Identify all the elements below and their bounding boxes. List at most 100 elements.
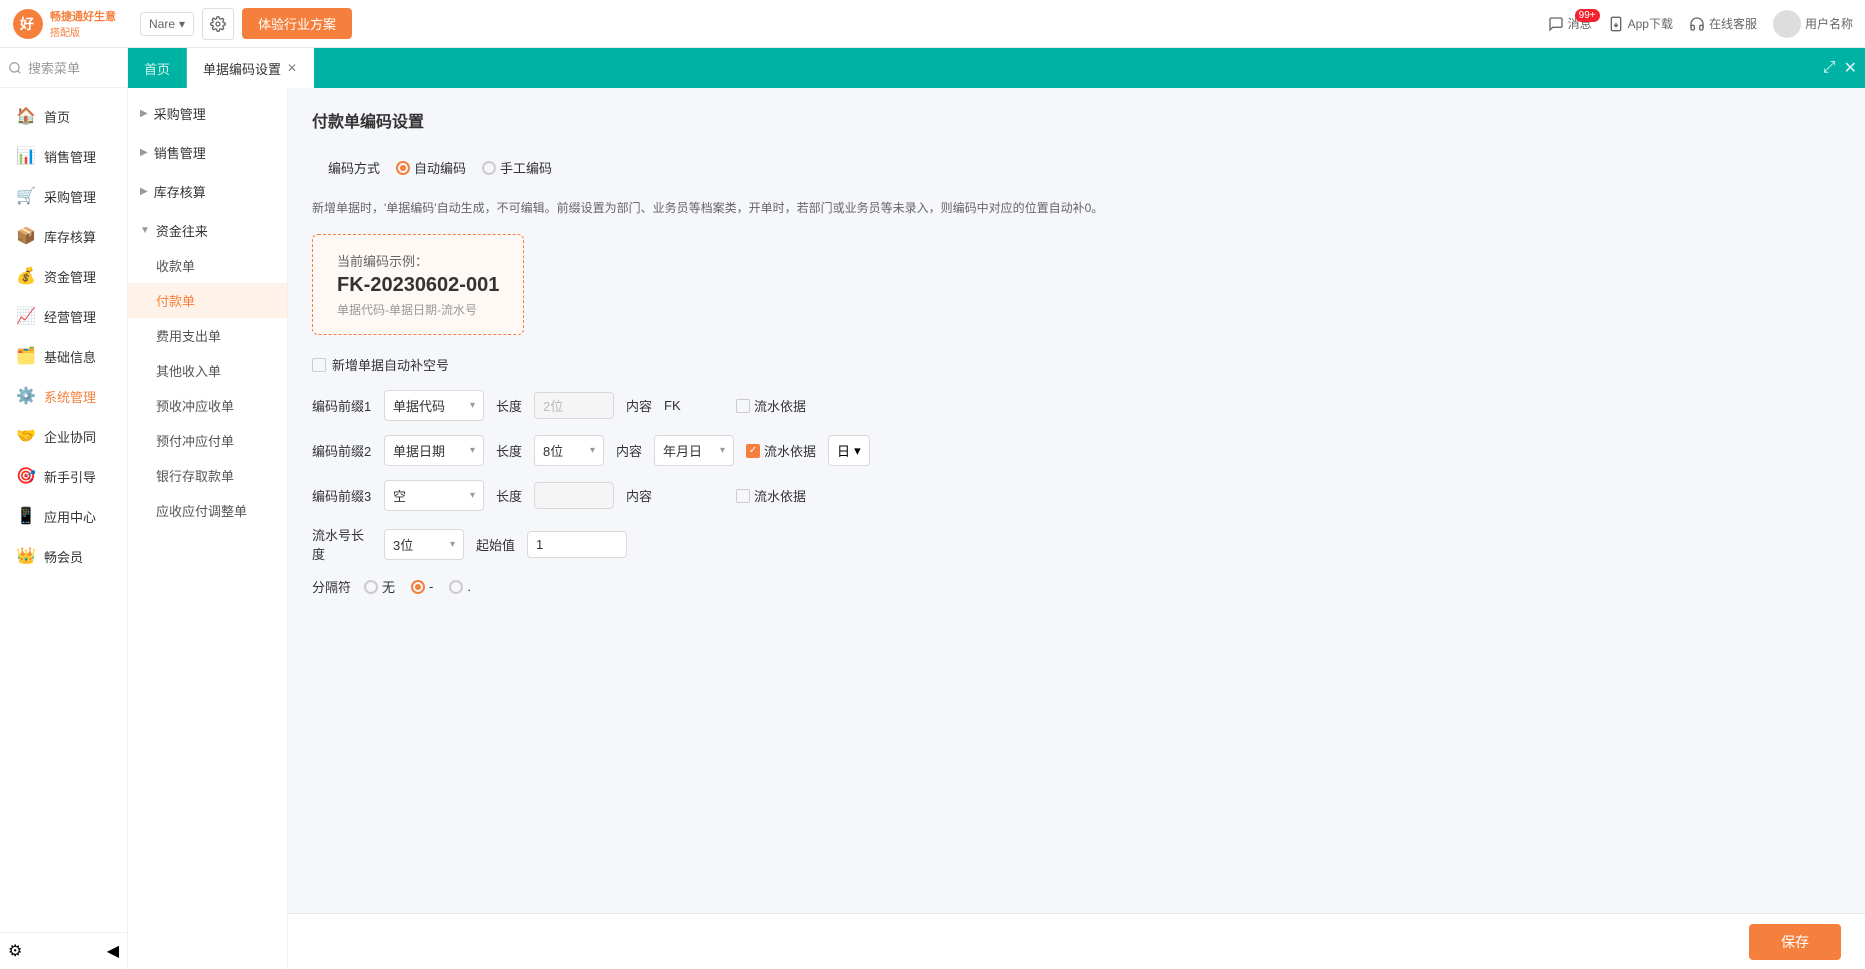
sidebar-item-newguide[interactable]: 🎯 新手引导	[0, 456, 127, 496]
prefix2-len-select[interactable]: 8位 ▾	[534, 435, 604, 466]
sidebar-item-cooperation[interactable]: 🤝 企业协同	[0, 416, 127, 456]
start-value-label: 起始值	[476, 535, 515, 554]
sub-sidebar-payment[interactable]: 付款单	[128, 283, 287, 318]
tab-close-all-btn[interactable]: ✕	[1844, 58, 1857, 78]
prefix3-value: 空	[393, 486, 406, 505]
serial-len-select[interactable]: 3位 ▾	[384, 529, 464, 560]
prefix3-select[interactable]: 空 ▾	[384, 480, 484, 511]
sub-sidebar-capital-title[interactable]: ▼ 资金往来	[128, 213, 287, 248]
sidebar-search[interactable]: 搜索菜单	[0, 48, 127, 88]
vip-icon: 👑	[16, 546, 36, 566]
example-code: FK-20230602-001	[337, 274, 499, 297]
sidebar-item-basicinfo[interactable]: 🗂️ 基础信息	[0, 336, 127, 376]
sidebar-item-label: 库存核算	[44, 227, 96, 246]
user-profile[interactable]: 用户名称	[1773, 10, 1853, 38]
auto-encode-label: 自动编码	[414, 158, 466, 177]
inner-layout: ▶ 采购管理 ▶ 销售管理 ▶ 库存核算	[128, 88, 1865, 969]
manual-encode-radio[interactable]	[482, 161, 496, 175]
prefix3-serial-checkbox[interactable]	[736, 489, 750, 503]
company-dropdown[interactable]: Nare ▾	[140, 12, 194, 36]
main-form: 付款单编码设置 编码方式 自动编码 手工编码	[288, 88, 1865, 913]
search-menu-label: 搜索菜单	[28, 58, 80, 77]
message-icon	[1548, 16, 1564, 32]
prefix2-content-value: 年月日	[663, 441, 702, 460]
prefix3-len-input[interactable]	[534, 482, 614, 509]
sidebar-item-sales[interactable]: 📊 销售管理	[0, 136, 127, 176]
search-icon	[8, 61, 22, 75]
apps-icon: 📱	[16, 506, 36, 526]
separator-radio-group: 无 - .	[364, 577, 471, 596]
sub-sidebar-prepay-pay[interactable]: 预付冲应付单	[128, 423, 287, 458]
sidebar-item-operations[interactable]: 📈 经营管理	[0, 296, 127, 336]
sidebar-item-home[interactable]: 🏠 首页	[0, 96, 127, 136]
settings-gear-btn[interactable]	[202, 8, 234, 40]
logo-area: 好 畅捷通好生意 搭配版	[12, 8, 132, 40]
auto-encode-radio[interactable]	[396, 161, 410, 175]
prefix2-len-value: 8位	[543, 441, 563, 460]
prefix1-select[interactable]: 单据代码 ▾	[384, 390, 484, 421]
prefix2-content-select[interactable]: 年月日 ▾	[654, 435, 734, 466]
sub-sidebar-group-sales: ▶ 销售管理	[128, 135, 287, 170]
prefix2-select[interactable]: 单据日期 ▾	[384, 435, 484, 466]
separator-none[interactable]: 无	[364, 577, 395, 596]
prefix1-serial-checkbox[interactable]	[736, 399, 750, 413]
auto-fill-checkbox[interactable]	[312, 358, 326, 372]
radio-auto-encode[interactable]: 自动编码	[396, 158, 466, 177]
collapse-sidebar-btn[interactable]: ◀	[107, 941, 119, 961]
sub-sidebar-inventory-title[interactable]: ▶ 库存核算	[128, 174, 287, 209]
tab-home[interactable]: 首页	[128, 48, 187, 88]
prefix2-day-select[interactable]: 日 ▾	[828, 435, 870, 466]
config-row-prefix2: 编码前缀2 单据日期 ▾ 长度 8位 ▾ 内容 年月日	[312, 435, 1841, 466]
prefix1-len-input[interactable]	[534, 392, 614, 419]
sep-dot-radio[interactable]	[449, 580, 463, 594]
app-download-btn[interactable]: App下载	[1608, 15, 1673, 32]
sidebar-item-finance[interactable]: 💰 资金管理	[0, 256, 127, 296]
separator-dash[interactable]: -	[411, 579, 433, 594]
user-name: 用户名称	[1805, 15, 1853, 32]
chevron-right-icon: ▶	[140, 108, 148, 119]
sub-sidebar-bank-deposit[interactable]: 银行存取款单	[128, 458, 287, 493]
auto-fill-label: 新增单据自动补空号	[332, 355, 449, 374]
sidebar-item-label: 经营管理	[44, 307, 96, 326]
tab-maximize-btn[interactable]: ⤢	[1823, 59, 1836, 77]
sidebar-item-vip[interactable]: 👑 畅会员	[0, 536, 127, 576]
save-button[interactable]: 保存	[1749, 924, 1841, 960]
radio-group-encode: 自动编码 手工编码	[396, 158, 552, 177]
trial-btn[interactable]: 体验行业方案	[242, 8, 352, 39]
sidebar-item-apps[interactable]: 📱 应用中心	[0, 496, 127, 536]
sub-sidebar-adjust[interactable]: 应收应付调整单	[128, 493, 287, 528]
sub-sidebar-prepay-collect[interactable]: 预收冲应收单	[128, 388, 287, 423]
sidebar-item-system[interactable]: ⚙️ 系统管理	[0, 376, 127, 416]
sub-sidebar-group-inventory: ▶ 库存核算	[128, 174, 287, 209]
prefix2-content-dropdown-icon: ▾	[720, 445, 725, 456]
sub-sidebar-other-income[interactable]: 其他收入单	[128, 353, 287, 388]
prefix3-dropdown-icon: ▾	[470, 490, 475, 501]
sidebar-item-label: 畅会员	[44, 547, 83, 566]
sep-none-radio[interactable]	[364, 580, 378, 594]
example-box: 当前编码示例： FK-20230602-001 单据代码-单据日期-流水号	[312, 234, 524, 335]
sep-dash-radio[interactable]	[411, 580, 425, 594]
sidebar-item-purchase[interactable]: 🛒 采购管理	[0, 176, 127, 216]
sub-sidebar-sales-title[interactable]: ▶ 销售管理	[128, 135, 287, 170]
radio-manual-encode[interactable]: 手工编码	[482, 158, 552, 177]
start-value-input[interactable]	[527, 531, 627, 558]
tab-close-btn[interactable]: ✕	[287, 61, 297, 75]
messages-badge: 99+	[1575, 9, 1600, 22]
online-service-btn[interactable]: 在线客服	[1689, 15, 1757, 32]
prefix2-serial-checkbox[interactable]: ✓	[746, 444, 760, 458]
prefix2-value: 单据日期	[393, 441, 445, 460]
sub-sidebar-receipt[interactable]: 收款单	[128, 248, 287, 283]
separator-label: 分隔符	[312, 577, 352, 596]
settings-bottom-icon[interactable]: ⚙	[8, 941, 22, 961]
messages-btn[interactable]: 消息 99+	[1548, 15, 1592, 32]
separator-dot[interactable]: .	[449, 579, 471, 594]
tab-encoding-settings[interactable]: 单据编码设置 ✕	[187, 48, 314, 88]
sub-sidebar-purchase-title[interactable]: ▶ 采购管理	[128, 96, 287, 131]
prefix1-len-label: 长度	[496, 396, 522, 415]
purchase-icon: 🛒	[16, 186, 36, 206]
headset-icon	[1689, 16, 1705, 32]
sub-sidebar-expense[interactable]: 费用支出单	[128, 318, 287, 353]
sidebar-item-label: 基础信息	[44, 347, 96, 366]
sub-sidebar-sales-label: 销售管理	[154, 143, 206, 162]
sidebar-item-inventory[interactable]: 📦 库存核算	[0, 216, 127, 256]
